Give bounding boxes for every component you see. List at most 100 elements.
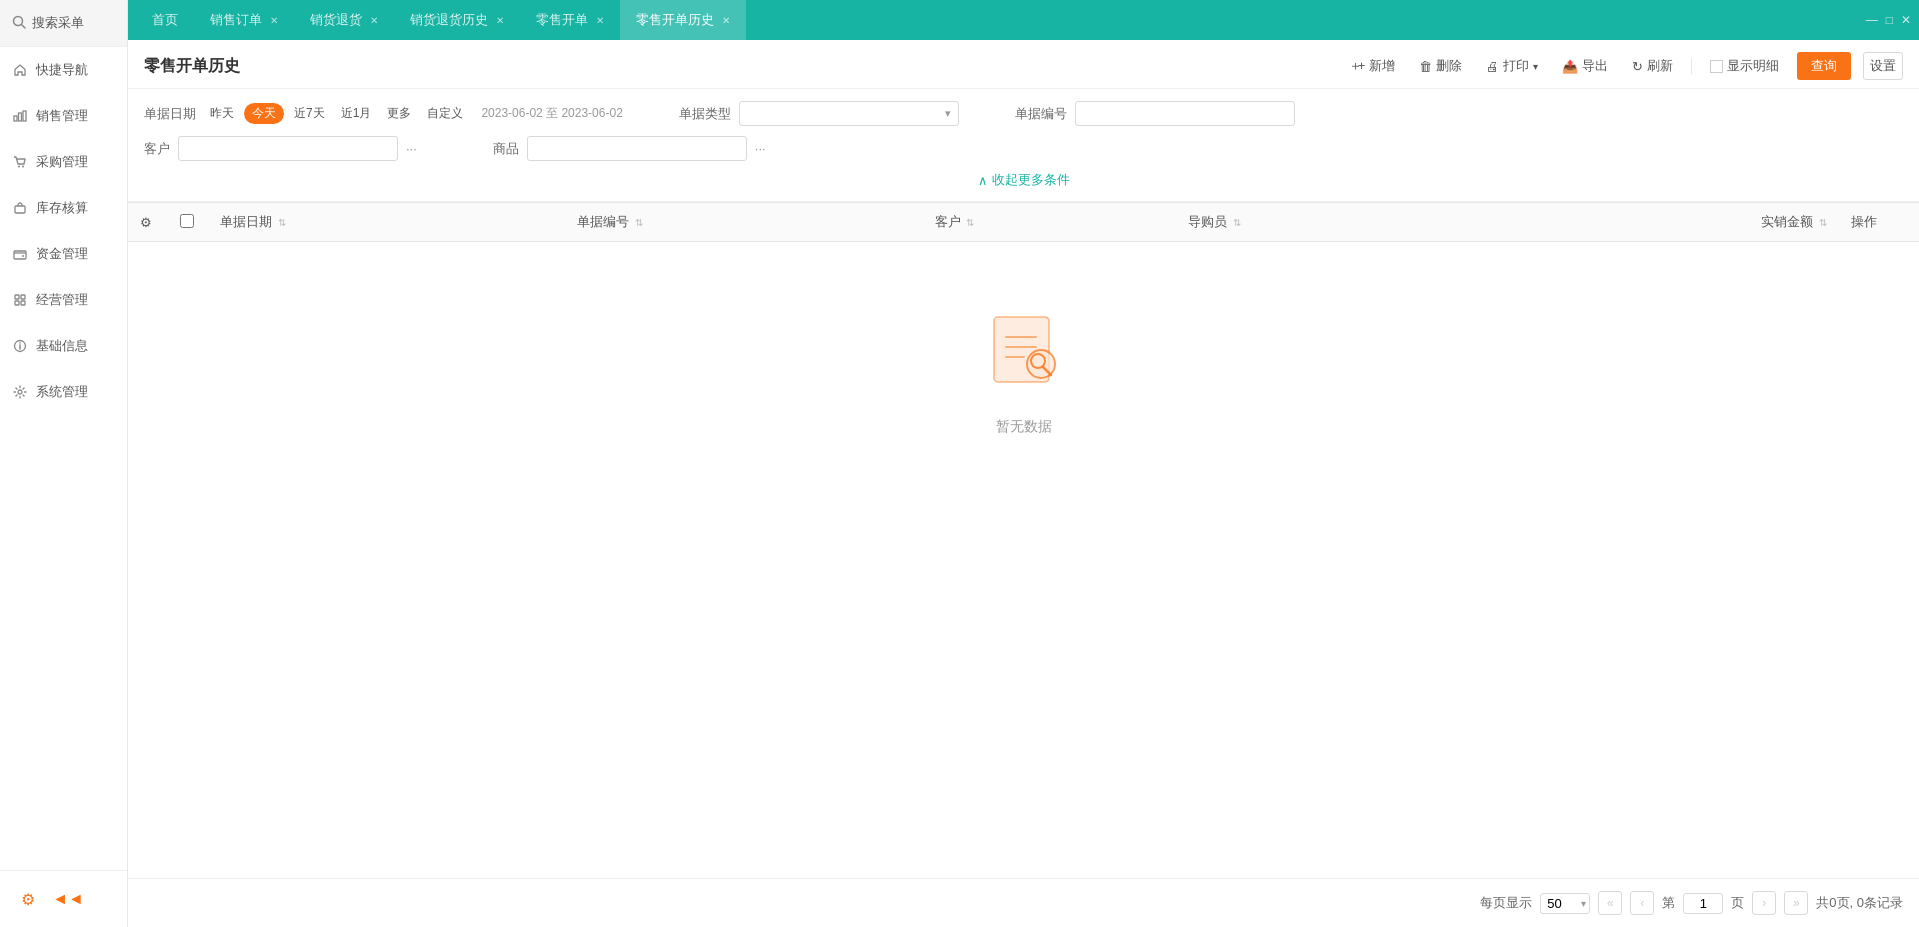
date-filter: 单据日期 昨天 今天 近7天 近1月 更多 自定义 2023-06-02 至 2… — [144, 103, 623, 124]
tab-sales-order[interactable]: 销售订单 ✕ — [194, 0, 294, 40]
col-header-actions: 操作 — [1839, 203, 1919, 242]
col-date-label: 单据日期 — [220, 214, 272, 229]
sidebar-search[interactable]: 搜索采单 — [0, 0, 127, 47]
doc-type-select[interactable] — [739, 101, 959, 126]
collapse-label: 收起更多条件 — [992, 171, 1070, 189]
page-input[interactable] — [1683, 893, 1723, 914]
svg-rect-8 — [14, 251, 26, 259]
svg-rect-11 — [21, 295, 25, 299]
last-page-button[interactable]: » — [1784, 891, 1808, 915]
add-button[interactable]: ＋ + 新增 — [1343, 53, 1401, 79]
sidebar-item-basic-info[interactable]: 基础信息 — [0, 323, 127, 369]
sidebar-item-finance[interactable]: 资金管理 — [0, 231, 127, 277]
page-suffix: 页 — [1731, 894, 1744, 912]
prev-page-button[interactable]: ‹ — [1630, 891, 1654, 915]
sidebar-item-purchase-mgmt[interactable]: 采购管理 — [0, 139, 127, 185]
col-date-sort-icon[interactable]: ⇅ — [278, 217, 286, 228]
delete-button[interactable]: 🗑 删除 — [1413, 53, 1468, 79]
per-page-select[interactable]: 50 10 20 100 — [1540, 893, 1590, 914]
refresh-button[interactable]: ↻ 刷新 — [1626, 53, 1679, 79]
print-button[interactable]: 🖨 打印 ▾ — [1480, 53, 1544, 79]
col-guide-sort-icon[interactable]: ⇅ — [1233, 217, 1241, 228]
window-close-button[interactable]: ✕ — [1901, 13, 1911, 27]
sidebar-collapse-button[interactable]: ◄◄ — [52, 883, 84, 915]
select-all-checkbox[interactable] — [180, 214, 194, 228]
date-shortcut-last7days[interactable]: 近7天 — [288, 103, 331, 124]
empty-icon — [974, 302, 1074, 402]
customer-label: 客户 — [144, 140, 170, 158]
date-shortcut-today[interactable]: 今天 — [244, 103, 284, 124]
date-shortcut-last1month[interactable]: 近1月 — [335, 103, 378, 124]
customer-input[interactable] — [178, 136, 398, 161]
tab-retail-open-history-label: 零售开单历史 — [636, 11, 714, 29]
date-shortcut-custom[interactable]: 自定义 — [421, 103, 469, 124]
sidebar-item-inventory[interactable]: 库存核算 — [0, 185, 127, 231]
col-customer-label: 客户 — [935, 214, 961, 229]
per-page-label: 每页显示 — [1480, 894, 1532, 912]
sidebar-item-operations[interactable]: 经营管理 — [0, 277, 127, 323]
wallet-icon — [12, 246, 28, 262]
svg-rect-2 — [14, 116, 17, 121]
tab-sales-return-history-close[interactable]: ✕ — [496, 15, 504, 26]
customer-dots[interactable]: ··· — [406, 141, 417, 156]
goods-dots[interactable]: ··· — [755, 141, 766, 156]
col-header-number: 单据编号 ⇅ — [565, 203, 922, 242]
col-number-sort-icon[interactable]: ⇅ — [635, 217, 643, 228]
date-shortcut-more[interactable]: 更多 — [381, 103, 417, 124]
first-page-button[interactable]: « — [1598, 891, 1622, 915]
sidebar-item-sales-mgmt[interactable]: 销售管理 — [0, 93, 127, 139]
tab-sales-order-label: 销售订单 — [210, 11, 262, 29]
settings-button[interactable]: 设置 — [1863, 52, 1903, 80]
next-page-button[interactable]: › — [1752, 891, 1776, 915]
pagination-total-info: 共0页, 0条记录 — [1816, 894, 1903, 912]
col-actions-label: 操作 — [1851, 214, 1877, 229]
info-icon — [12, 338, 28, 354]
tab-retail-open-history-close[interactable]: ✕ — [722, 15, 730, 26]
page-label: 第 — [1662, 894, 1675, 912]
page-content: 零售开单历史 ＋ + 新增 🗑 删除 🖨 打印 ▾ 📤 导出 — [128, 40, 1919, 927]
sidebar-item-label-system: 系统管理 — [36, 383, 88, 401]
sidebar-item-quick-nav[interactable]: 快捷导航 — [0, 47, 127, 93]
home-icon — [12, 62, 28, 78]
main-area: 首页 销售订单 ✕ 销货退货 ✕ 销货退货历史 ✕ 零售开单 ✕ 零售开单历史 … — [128, 0, 1919, 927]
date-shortcut-yesterday[interactable]: 昨天 — [204, 103, 240, 124]
table-check-header — [168, 203, 208, 242]
tab-sales-return-history[interactable]: 销货退货历史 ✕ — [394, 0, 520, 40]
display-detail-button[interactable]: 显示明细 — [1704, 53, 1785, 79]
filter-row-1: 单据日期 昨天 今天 近7天 近1月 更多 自定义 2023-06-02 至 2… — [144, 101, 1903, 126]
empty-text: 暂无数据 — [996, 418, 1052, 436]
goods-filter: 商品 ··· — [493, 136, 766, 161]
page-header: 零售开单历史 ＋ + 新增 🗑 删除 🖨 打印 ▾ 📤 导出 — [128, 40, 1919, 89]
table-area: ⚙ 单据日期 ⇅ 单据编号 ⇅ — [128, 202, 1919, 878]
window-min-button[interactable]: — — [1866, 13, 1878, 27]
doc-number-input[interactable] — [1075, 101, 1295, 126]
tab-sales-return-close[interactable]: ✕ — [370, 15, 378, 26]
col-header-date: 单据日期 ⇅ — [208, 203, 565, 242]
query-button[interactable]: 查询 — [1797, 52, 1851, 80]
tab-retail-open-close[interactable]: ✕ — [596, 15, 604, 26]
tab-sales-return[interactable]: 销货退货 ✕ — [294, 0, 394, 40]
col-customer-sort-icon[interactable]: ⇅ — [966, 217, 974, 228]
sidebar-item-system[interactable]: 系统管理 — [0, 369, 127, 415]
date-label: 单据日期 — [144, 105, 196, 123]
sidebar-bottom: ⚙ ◄◄ — [0, 870, 127, 927]
refresh-icon: ↻ — [1632, 59, 1643, 74]
table-settings-icon[interactable]: ⚙ — [140, 215, 152, 230]
window-controls: — □ ✕ — [1866, 13, 1911, 27]
pagination: 每页显示 50 10 20 100 « ‹ 第 页 › » 共0页, 0条记录 — [128, 878, 1919, 927]
collapse-button[interactable]: ∧ 收起更多条件 — [144, 171, 1903, 189]
tab-sales-order-close[interactable]: ✕ — [270, 15, 278, 26]
goods-input[interactable] — [527, 136, 747, 161]
sidebar-settings-button[interactable]: ⚙ — [12, 883, 44, 915]
col-amount-sort-icon[interactable]: ⇅ — [1819, 217, 1827, 228]
svg-rect-4 — [23, 111, 26, 121]
export-button[interactable]: 📤 导出 — [1556, 53, 1614, 79]
tab-retail-open-history[interactable]: 零售开单历史 ✕ — [620, 0, 746, 40]
svg-point-16 — [19, 342, 21, 344]
window-max-button[interactable]: □ — [1886, 13, 1893, 27]
tab-home[interactable]: 首页 — [136, 0, 194, 40]
box-icon — [12, 200, 28, 216]
toolbar-divider — [1691, 58, 1692, 74]
tab-retail-open-label: 零售开单 — [536, 11, 588, 29]
tab-retail-open[interactable]: 零售开单 ✕ — [520, 0, 620, 40]
